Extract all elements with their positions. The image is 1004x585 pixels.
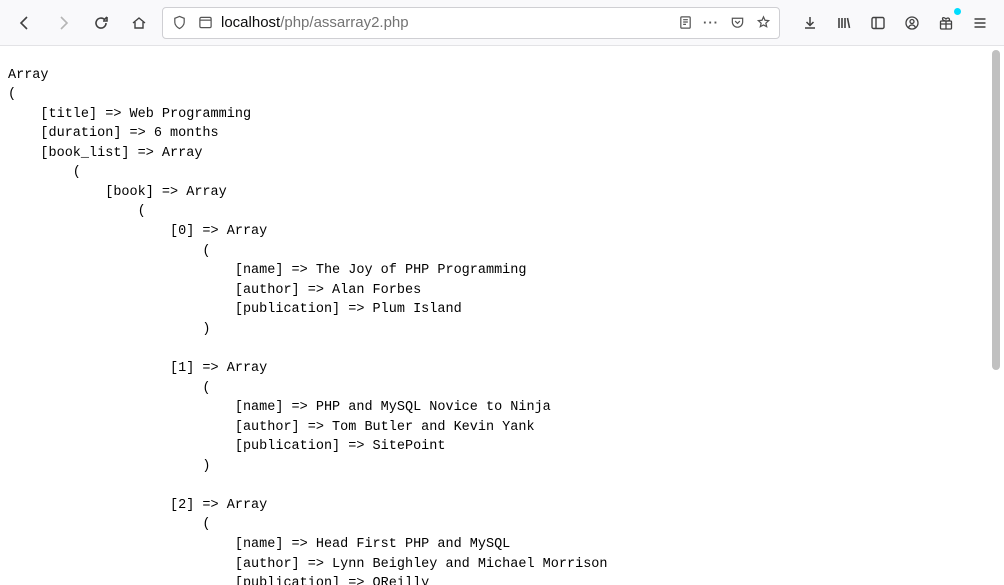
notification-dot: [954, 8, 961, 15]
toolbar-right-cluster: [796, 9, 994, 37]
browser-toolbar: localhost/php/assarray2.php ···: [0, 0, 1004, 46]
menu-icon[interactable]: [966, 9, 994, 37]
account-icon[interactable]: [898, 9, 926, 37]
whats-new-icon[interactable]: [932, 9, 960, 37]
url-path: /php/assarray2.php: [280, 14, 408, 31]
page-pre-output: Array ( [title] => Web Programming [dura…: [0, 60, 1004, 585]
home-button[interactable]: [124, 8, 154, 38]
shield-icon: [169, 15, 189, 30]
more-icon[interactable]: ···: [701, 15, 721, 30]
downloads-icon[interactable]: [796, 9, 824, 37]
bookmark-star-icon[interactable]: [753, 15, 773, 30]
scroll-thumb[interactable]: [992, 50, 1000, 370]
forward-button: [48, 8, 78, 38]
sidebar-icon[interactable]: [864, 9, 892, 37]
url-bar[interactable]: localhost/php/assarray2.php ···: [162, 7, 780, 39]
pocket-icon[interactable]: [727, 15, 747, 30]
reload-button[interactable]: [86, 8, 116, 38]
url-text: localhost/php/assarray2.php: [221, 14, 669, 31]
vertical-scrollbar[interactable]: [990, 50, 1002, 581]
page-viewport: Array ( [title] => Web Programming [dura…: [0, 46, 1004, 585]
back-button[interactable]: [10, 8, 40, 38]
site-info-icon[interactable]: [195, 15, 215, 30]
library-icon[interactable]: [830, 9, 858, 37]
reader-mode-icon[interactable]: [675, 15, 695, 30]
url-host: localhost: [221, 14, 280, 31]
